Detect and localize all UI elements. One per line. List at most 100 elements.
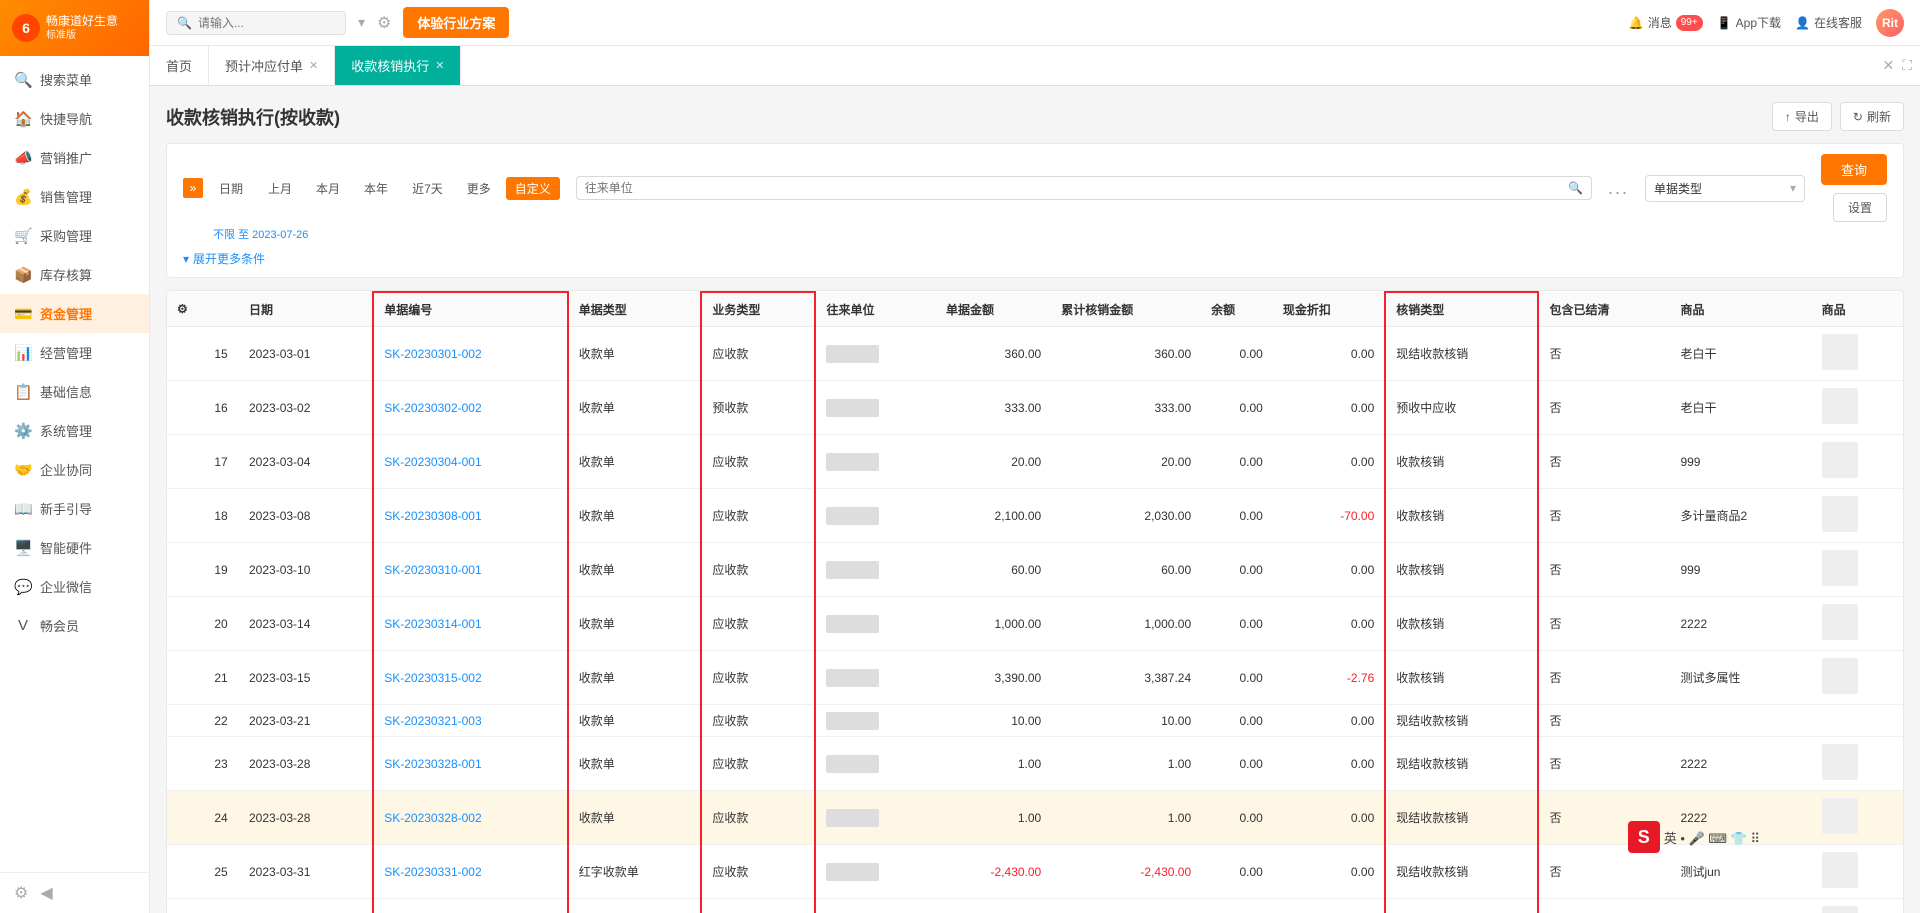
table-body: 15 2023-03-01 SK-20230301-002 收款单 应收款 ██… [167,327,1903,913]
settings-btn[interactable]: 设置 [1833,193,1887,222]
row-bill-no[interactable]: SK-20230328-002 [373,791,568,845]
tab-home[interactable]: 首页 [150,46,209,86]
row-counterparty: ██ [815,899,936,913]
filter-7days[interactable]: 近7天 [403,177,452,200]
row-cumulative: 3,387.24 [1051,651,1201,705]
refresh-btn[interactable]: ↻ 刷新 [1840,102,1904,131]
table-row[interactable]: 25 2023-03-31 SK-20230331-002 红字收款单 应收款 … [167,845,1903,899]
row-bill-no[interactable]: SK-20230302-002 [373,381,568,435]
col-settings[interactable]: ⚙ [167,292,203,327]
table-row[interactable]: 24 2023-03-28 SK-20230328-002 收款单 应收款 ██… [167,791,1903,845]
sidebar-item-search[interactable]: 🔍 搜索菜单 [0,60,149,99]
online-service-action[interactable]: 👤 在线客服 [1795,14,1862,31]
sidebar-item-quick[interactable]: 🏠 快捷导航 [0,99,149,138]
row-no: 20 [203,597,239,651]
sidebar-item-inventory[interactable]: 📦 库存核算 [0,255,149,294]
row-bill-no[interactable]: SK-20230328-001 [373,737,568,791]
row-cash-discount: 0.00 [1273,845,1385,899]
row-verify-type: 收款核销 [1385,543,1538,597]
row-date: 2023-03-28 [239,791,373,845]
table-row[interactable]: 23 2023-03-28 SK-20230328-001 收款单 应收款 ██… [167,737,1903,791]
sidebar-item-marketing[interactable]: 📣 营销推广 [0,138,149,177]
table-row[interactable]: 19 2023-03-10 SK-20230310-001 收款单 应收款 ██… [167,543,1903,597]
sidebar-item-basic[interactable]: 📋 基础信息 [0,372,149,411]
sidebar-item-wechat[interactable]: 💬 企业微信 [0,567,149,606]
purchase-icon: 🛒 [14,227,32,245]
receipt-type-select[interactable]: 单据类型 ▾ [1645,175,1805,202]
refresh-icon: ↻ [1853,110,1863,124]
sidebar-item-purchase[interactable]: 🛒 采购管理 [0,216,149,255]
table-row[interactable]: 22 2023-03-21 SK-20230321-003 收款单 应收款 ██… [167,705,1903,737]
row-bill-no[interactable]: SK-20230314-001 [373,597,568,651]
row-date: 2023-03-04 [239,435,373,489]
topbar-gear-icon[interactable]: ⚙ [377,13,391,33]
filter-expand-toggle[interactable]: » [183,178,203,198]
sidebar-item-corp[interactable]: 🤝 企业协同 [0,450,149,489]
sidebar-item-member[interactable]: V 畅会员 [0,606,149,645]
row-bill-no[interactable]: SK-20230403-002 [373,899,568,913]
sidebar-item-system[interactable]: ⚙️ 系统管理 [0,411,149,450]
table-row[interactable]: 18 2023-03-08 SK-20230308-001 收款单 应收款 ██… [167,489,1903,543]
tab-prepay[interactable]: 预计冲应付单 ✕ [209,46,335,86]
table-row[interactable]: 21 2023-03-15 SK-20230315-002 收款单 应收款 ██… [167,651,1903,705]
filter-ellipsis[interactable]: ... [1608,178,1629,199]
sidebar-logo: 6 畅康道好生意 标准版 [0,0,149,56]
row-bill-no[interactable]: SK-20230308-001 [373,489,568,543]
sidebar-item-hardware[interactable]: 🖥️ 智能硬件 [0,528,149,567]
tab-prepay-close[interactable]: ✕ [309,59,318,72]
page-header: 收款核销执行(按收款) ↑ 导出 ↻ 刷新 [166,102,1904,131]
table-row[interactable]: 16 2023-03-02 SK-20230302-002 收款单 预收款 ██… [167,381,1903,435]
row-cash-discount: 0.00 [1273,791,1385,845]
row-bill-no[interactable]: SK-20230315-002 [373,651,568,705]
tab-verify[interactable]: 收款核销执行 ✕ [335,46,461,86]
settings-bottom-icon[interactable]: ⚙ [14,883,28,903]
row-gear [167,381,203,435]
row-product: 老白干 [1670,327,1811,381]
export-btn[interactable]: ↑ 导出 [1772,102,1832,131]
table-row[interactable]: 26 2023-04-03 SK-20230403-002 收款单 预收款 ██… [167,899,1903,913]
tab-expand-icon[interactable]: ⛶ [1902,57,1912,74]
row-bill-no[interactable]: SK-20230301-002 [373,327,568,381]
row-bill-no[interactable]: SK-20230321-003 [373,705,568,737]
tab-verify-close[interactable]: ✕ [435,59,444,72]
table-row[interactable]: 20 2023-03-14 SK-20230314-001 收款单 应收款 ██… [167,597,1903,651]
sidebar-item-guide[interactable]: 📖 新手引导 [0,489,149,528]
sidebar-item-finance[interactable]: 💳 资金管理 [0,294,149,333]
table-row[interactable]: 17 2023-03-04 SK-20230304-001 收款单 应收款 ██… [167,435,1903,489]
filter-last-month[interactable]: 上月 [259,177,301,200]
collapse-icon[interactable]: ◀ [40,883,52,903]
query-btn[interactable]: 查询 [1821,154,1887,185]
row-product: 老白干 [1670,381,1811,435]
counterparty-input[interactable] [585,181,1568,195]
row-bill-type: 收款单 [568,543,702,597]
row-balance: 0.00 [1201,791,1273,845]
filter-this-month[interactable]: 本月 [307,177,349,200]
app-name: 畅康道好生意 [46,14,118,30]
row-bill-no[interactable]: SK-20230304-001 [373,435,568,489]
row-counterparty: ██ [815,381,936,435]
row-counterparty: ██ [815,435,936,489]
table-row[interactable]: 15 2023-03-01 SK-20230301-002 收款单 应收款 ██… [167,327,1903,381]
row-biz-type: 应收款 [701,705,815,737]
filter-more[interactable]: 更多 [458,177,500,200]
filter-this-year[interactable]: 本年 [355,177,397,200]
app-download-action[interactable]: 📱 App下载 [1717,14,1781,31]
filter-expand-btn[interactable]: ▾ 展开更多条件 [183,250,1887,267]
row-no: 25 [203,845,239,899]
row-bill-no[interactable]: SK-20230310-001 [373,543,568,597]
topbar-dropdown-icon[interactable]: ▾ [358,14,365,31]
sales-icon: 💰 [14,188,32,206]
user-avatar[interactable]: Rit [1876,9,1904,37]
col-product2: 商品 [1812,292,1903,327]
filter-custom[interactable]: 自定义 [506,177,560,200]
sidebar-item-sales[interactable]: 💰 销售管理 [0,177,149,216]
tab-close-icon[interactable]: ✕ [1882,57,1894,74]
topbar-search-input[interactable] [198,16,328,30]
industry-btn[interactable]: 体验行业方案 [403,7,509,38]
row-cash-discount: 0.00 [1273,435,1385,489]
system-icon: ⚙️ [14,422,32,440]
sidebar-item-operations[interactable]: 📊 经营管理 [0,333,149,372]
row-bill-no[interactable]: SK-20230331-002 [373,845,568,899]
message-action[interactable]: 🔔 消息 99+ [1629,14,1703,31]
row-gear [167,791,203,845]
